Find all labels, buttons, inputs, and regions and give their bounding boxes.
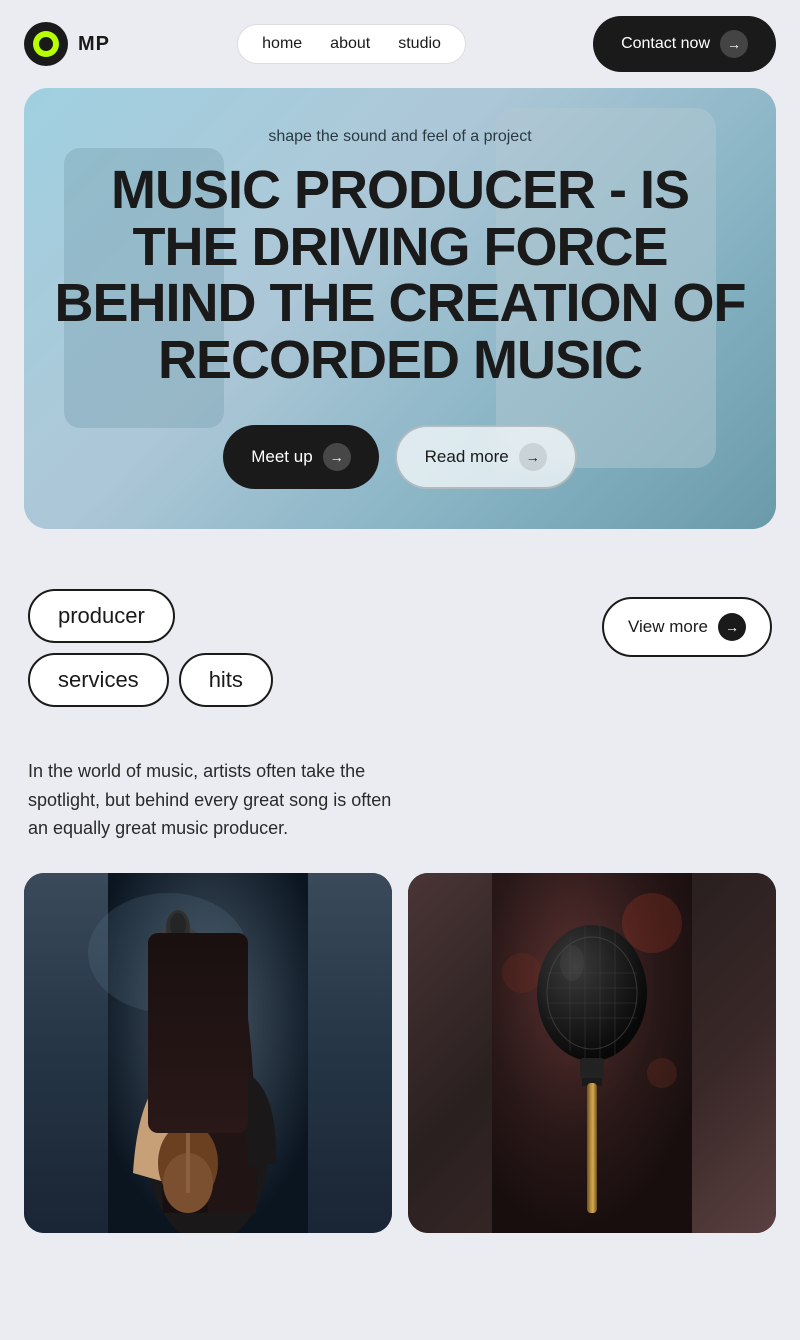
contact-button[interactable]: Contact now →	[593, 16, 776, 72]
brand-name: MP	[78, 33, 110, 56]
image-card-singer	[24, 873, 392, 1233]
view-more-button[interactable]: View more →	[602, 597, 772, 657]
image-grid	[0, 873, 800, 1233]
view-more-label: View more	[628, 617, 708, 637]
readmore-arrow-icon: →	[519, 443, 547, 471]
navbar: MP home about studio Contact now →	[0, 0, 800, 88]
mic-figure	[408, 873, 776, 1233]
nav-link-studio[interactable]: studio	[398, 35, 441, 53]
contact-arrow-icon: →	[720, 30, 748, 58]
meetup-arrow-icon: →	[323, 443, 351, 471]
nav-link-about[interactable]: about	[330, 35, 370, 53]
hero-subtitle: shape the sound and feel of a project	[54, 128, 746, 146]
contact-button-label: Contact now	[621, 35, 710, 53]
logo-area[interactable]: MP	[24, 22, 110, 66]
singer-illustration	[24, 873, 392, 1233]
logo-icon	[24, 22, 68, 66]
hero-buttons: Meet up → Read more →	[54, 425, 746, 489]
mic-illustration	[408, 873, 776, 1233]
tags-header: producer services hits View more →	[28, 589, 772, 707]
image-card-microphone	[408, 873, 776, 1233]
singer-figure	[24, 873, 392, 1233]
view-more-arrow-icon: →	[718, 613, 746, 641]
tags-group: producer services hits	[28, 589, 273, 707]
readmore-button[interactable]: Read more →	[395, 425, 577, 489]
hero-title: MUSIC PRODUCER - IS THE DRIVING FORCE BE…	[54, 162, 746, 389]
description-text: In the world of music, artists often tak…	[0, 747, 440, 873]
meetup-button-label: Meet up	[251, 447, 312, 467]
description-paragraph: In the world of music, artists often tak…	[28, 757, 412, 843]
tag-services[interactable]: services	[28, 653, 169, 707]
tags-row-1: producer	[28, 589, 273, 643]
readmore-button-label: Read more	[425, 447, 509, 467]
tags-section: producer services hits View more →	[0, 569, 800, 747]
meetup-button[interactable]: Meet up →	[223, 425, 378, 489]
hero-section: shape the sound and feel of a project MU…	[24, 88, 776, 529]
hero-content: shape the sound and feel of a project MU…	[54, 128, 746, 489]
nav-links: home about studio	[237, 24, 466, 64]
tags-row-2: services hits	[28, 653, 273, 707]
tag-hits[interactable]: hits	[179, 653, 273, 707]
nav-link-home[interactable]: home	[262, 35, 302, 53]
tag-producer[interactable]: producer	[28, 589, 175, 643]
